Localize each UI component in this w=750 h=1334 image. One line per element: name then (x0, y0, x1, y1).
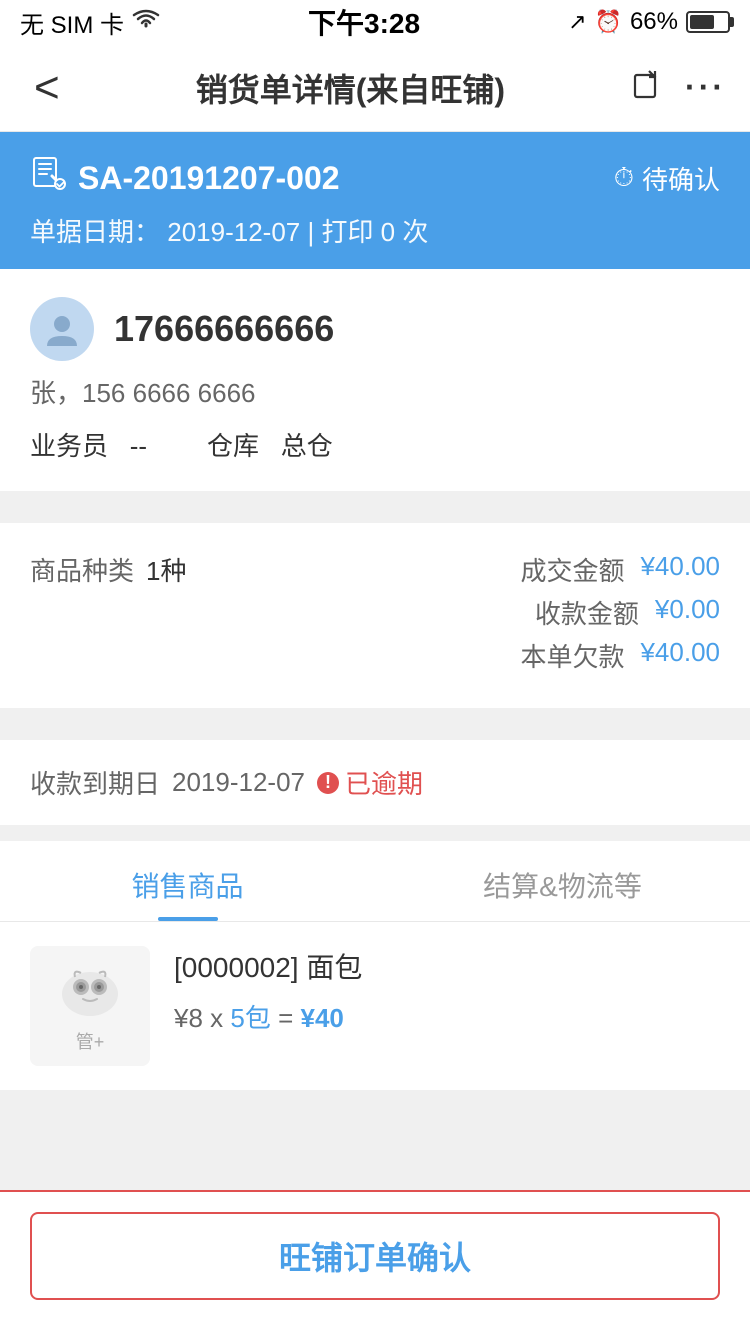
status-bar-left: 无 SIM 卡 (20, 5, 160, 40)
carrier-label: 无 SIM 卡 (20, 5, 124, 40)
order-number: SA-20191207-002 (30, 156, 340, 200)
overdue-text: 已逾期 (345, 764, 423, 801)
product-type-value: 1种 (146, 551, 186, 588)
divider-3 (0, 825, 750, 841)
customer-card: 17666666666 张，156 6666 6666 业务员 -- 仓库 总仓 (0, 269, 750, 491)
date-label: 单据日期： (30, 217, 160, 247)
product-info: [0000002] 面包 ¥8 x 5包 = ¥40 (174, 946, 720, 1035)
amount-value: ¥40.00 (640, 551, 720, 588)
status-bar: 无 SIM 卡 下午3:28 ↗ ⏰ 66% (0, 0, 750, 44)
avatar (30, 297, 94, 361)
divider-2 (0, 724, 750, 740)
tab-settlement[interactable]: 结算&物流等 (375, 841, 750, 921)
back-button[interactable]: < (24, 53, 70, 123)
order-header: SA-20191207-002 ⏱ 待确认 单据日期： 2019-12-07 |… (0, 132, 750, 269)
location-icon: ↗ (568, 9, 586, 35)
tabs-container: 销售商品 结算&物流等 (0, 841, 750, 922)
brand-name: 管+ (76, 1028, 105, 1054)
page-title: 销货单详情(来自旺铺) (196, 65, 505, 111)
customer-name: 张，156 6666 6666 (30, 373, 720, 410)
order-number-text: SA-20191207-002 (78, 160, 340, 197)
equals: = (278, 1003, 300, 1033)
product-qty: 5包 (230, 1003, 270, 1033)
product-type-label: 商品种类 (30, 551, 134, 588)
warehouse-label: 仓库 (207, 431, 259, 461)
divider-1 (0, 507, 750, 523)
nav-right-actions: ··· (631, 67, 726, 109)
status-text: 待确认 (642, 160, 720, 197)
product-list: 管+ [0000002] 面包 ¥8 x 5包 = ¥40 (0, 922, 750, 1090)
staff-info: 业务员 -- (30, 426, 147, 463)
unit-price: ¥8 x (174, 1003, 230, 1033)
order-icon (30, 156, 66, 200)
summary-card: 商品种类 1种 成交金额 ¥40.00 收款金额 ¥0.00 本单欠款 ¥40.… (0, 523, 750, 708)
due-date-label: 收款到期日 (30, 764, 160, 801)
due-date-value: 2019-12-07 (172, 767, 305, 798)
product-total: ¥40 (301, 1003, 344, 1033)
amount-row-2: 收款金额 ¥0.00 (520, 594, 720, 631)
confirm-order-button[interactable]: 旺铺订单确认 (30, 1212, 720, 1300)
warehouse-info: 仓库 总仓 (207, 426, 333, 463)
staff-label: 业务员 (30, 431, 108, 461)
product-code: [0000002] (174, 952, 299, 983)
wifi-icon (132, 8, 160, 37)
due-date-card: 收款到期日 2019-12-07 ! 已逾期 (0, 740, 750, 825)
nav-bar: < 销货单详情(来自旺铺) ··· (0, 44, 750, 132)
print-info: | 打印 0 次 (307, 217, 428, 247)
status-bar-right: ↗ ⏰ 66% (568, 8, 730, 36)
status-clock-icon: ⏱ (614, 162, 634, 194)
product-type-section: 商品种类 1种 (30, 551, 186, 588)
battery-label: 66% (630, 8, 678, 36)
amount-row-3: 本单欠款 ¥40.00 (520, 637, 720, 674)
owed-value: ¥40.00 (640, 637, 720, 674)
staff-value: -- (130, 431, 147, 461)
tab-sales-label: 销售商品 (131, 871, 243, 902)
share-icon[interactable] (631, 67, 665, 109)
product-price: ¥8 x 5包 = ¥40 (174, 998, 720, 1035)
warehouse-value: 总仓 (281, 431, 333, 461)
order-status: ⏱ 待确认 (614, 160, 720, 197)
amount-label: 成交金额 (520, 551, 624, 588)
overdue-icon: ! (317, 772, 339, 794)
customer-phone: 17666666666 (114, 308, 334, 350)
product-item: 管+ [0000002] 面包 ¥8 x 5包 = ¥40 (30, 946, 720, 1066)
alarm-icon: ⏰ (595, 9, 622, 35)
overdue-badge: ! 已逾期 (317, 764, 423, 801)
order-date-row: 单据日期： 2019-12-07 | 打印 0 次 (30, 212, 720, 249)
date-value: 2019-12-07 (167, 217, 300, 247)
status-bar-time: 下午3:28 (308, 2, 420, 42)
owed-label: 本单欠款 (520, 637, 624, 674)
product-logo (55, 959, 125, 1026)
bottom-button-container: 旺铺订单确认 (0, 1190, 750, 1334)
received-label: 收款金额 (535, 594, 639, 631)
battery-icon (686, 11, 730, 33)
received-value: ¥0.00 (655, 594, 720, 631)
amount-row-1: 成交金额 ¥40.00 (520, 551, 720, 588)
tab-sales-products[interactable]: 销售商品 (0, 841, 375, 921)
product-name: [0000002] 面包 (174, 946, 720, 986)
product-thumbnail: 管+ (30, 946, 150, 1066)
tab-settlement-label: 结算&物流等 (483, 871, 642, 902)
customer-meta: 业务员 -- 仓库 总仓 (30, 426, 720, 463)
product-title: 面包 (306, 952, 362, 983)
more-icon[interactable]: ··· (685, 69, 726, 106)
amounts-section: 成交金额 ¥40.00 收款金额 ¥0.00 本单欠款 ¥40.00 (520, 551, 720, 680)
